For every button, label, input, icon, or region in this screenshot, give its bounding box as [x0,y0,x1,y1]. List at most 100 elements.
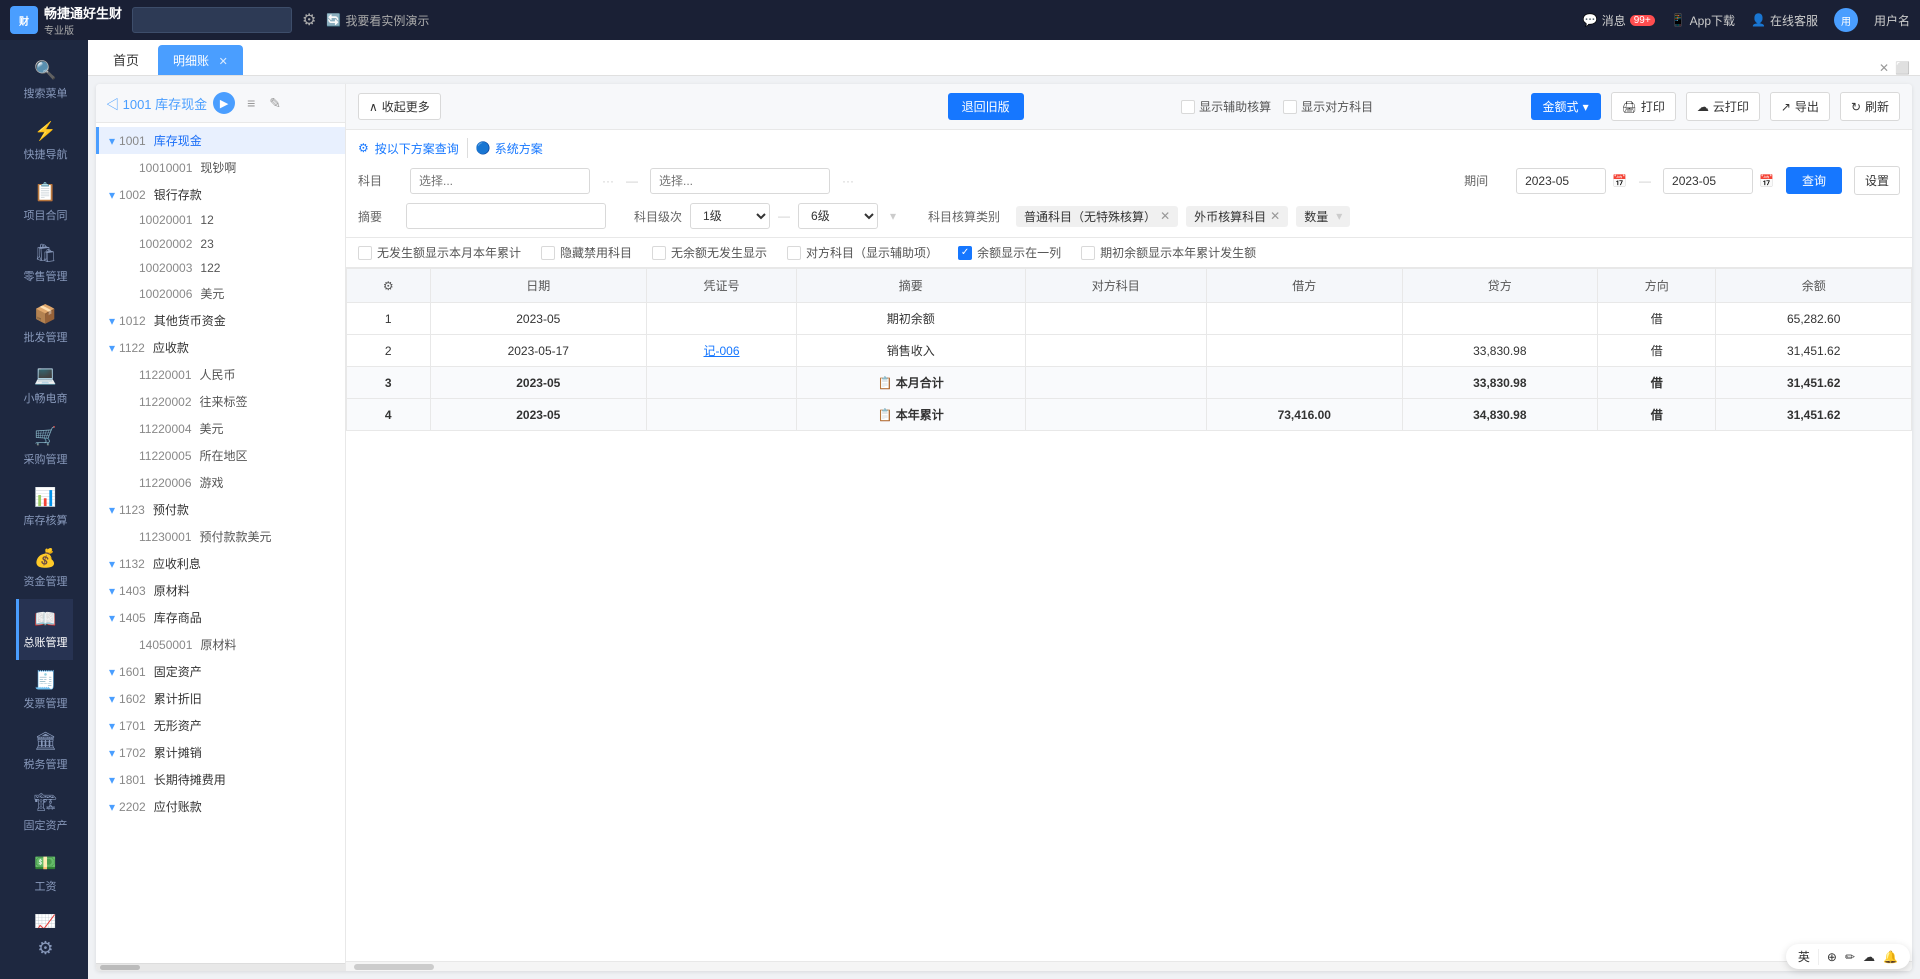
tree-expand-icon[interactable]: ▾ [109,341,115,355]
tree-item-1405[interactable]: ▾ 1405库存商品 [96,604,345,631]
sidebar-item-总账管理[interactable]: 📖 总账管理 [16,599,73,660]
tree-item-10010001[interactable]: 10010001现钞啊 [96,154,345,181]
cb-box-2[interactable] [652,246,666,260]
expand-more-btn[interactable]: ∧ 收起更多 [358,93,441,120]
h-scroll-thumb[interactable] [354,964,434,970]
summary-input[interactable] [406,203,606,229]
calendar-icon[interactable]: 📅 [1612,174,1627,188]
tab-close-btn[interactable]: ✕ [219,56,228,68]
type-tag2-close[interactable]: ✕ [1270,209,1280,223]
checkbox-item-0[interactable]: 无发生额显示本月本年累计 [358,244,521,261]
tree-item-2202[interactable]: ▾ 2202应付账款 [96,793,345,820]
tree-item-1601[interactable]: ▾ 1601固定资产 [96,658,345,685]
cb-show-opposite-box[interactable] [1283,100,1297,114]
sidebar-item-零售管理[interactable]: 🛍 零售管理 [16,233,73,294]
tree-item-14050001[interactable]: 14050001原材料 [96,631,345,658]
date-start[interactable] [1516,168,1606,194]
top-search-input[interactable] [132,7,292,33]
scheme-name-btn[interactable]: 🔵 系统方案 [476,140,543,157]
cb-show-aux[interactable]: 显示辅助核算 [1181,98,1271,115]
lang-btn[interactable]: 英 [1798,948,1810,965]
checkbox-item-3[interactable]: 对方科目（显示辅助项） [787,244,938,261]
sidebar-item-小畅电商[interactable]: 💻 小畅电商 [16,355,73,416]
tree-item-11220001[interactable]: 11220001人民币 [96,361,345,388]
notification-btn[interactable]: 🔔 [1883,950,1898,964]
cb-show-opposite[interactable]: 显示对方科目 [1283,98,1373,115]
tree-expand-icon[interactable]: ▾ [109,665,115,679]
tree-item-10020006[interactable]: 10020006美元 [96,280,345,307]
cb-box-5[interactable] [1081,246,1095,260]
sidebar-item-固定资产[interactable]: 🏗 固定资产 [16,782,73,843]
tree-item-1403[interactable]: ▾ 1403原材料 [96,577,345,604]
type-dropdown-icon[interactable]: ▾ [1336,209,1342,223]
demo-btn[interactable]: 🔄 我要看实例演示 [326,12,429,29]
tree-expand-icon[interactable]: ▾ [109,503,115,517]
cb-box-3[interactable] [787,246,801,260]
tab-minimize-icon[interactable]: ✕ [1879,61,1889,75]
edit-icon[interactable]: ✎ [265,93,285,113]
tree-item-10020003[interactable]: 10020003122 [96,256,345,280]
tree-expand-icon[interactable]: ▾ [109,692,115,706]
cb-show-aux-box[interactable] [1181,100,1195,114]
tree-item-1602[interactable]: ▾ 1602累计折旧 [96,685,345,712]
user-avatar[interactable]: 用 [1834,8,1858,32]
setting-btn[interactable]: 设置 [1854,166,1900,195]
tree-item-10020002[interactable]: 1002000223 [96,232,345,256]
tree-scroll-bar[interactable] [96,963,345,971]
tree-expand-icon[interactable]: ▾ [109,584,115,598]
tree-expand-icon[interactable]: ▾ [109,557,115,571]
level-end-select[interactable]: 6级5级4级 [798,203,878,229]
checkbox-item-5[interactable]: 期初余额显示本年累计发生额 [1081,244,1256,261]
calendar-icon2[interactable]: 📅 [1759,174,1774,188]
tree-item-1002[interactable]: ▾ 1002银行存款 [96,181,345,208]
list-view-icon[interactable]: ≡ [241,93,261,113]
level-start-select[interactable]: 1级2级3级 [690,203,770,229]
sidebar-item-搜索菜单[interactable]: 🔍 搜索菜单 [16,50,73,111]
tree-item-1801[interactable]: ▾ 1801长期待摊费用 [96,766,345,793]
cloud-btn[interactable]: ☁ [1863,950,1875,964]
cb-box-4[interactable]: ✓ [958,246,972,260]
date-end[interactable] [1663,168,1753,194]
cloud-print-btn[interactable]: ☁ 云打印 [1686,92,1760,121]
settings-icon[interactable]: ⚙ [302,10,316,30]
query-btn[interactable]: 查询 [1786,167,1842,194]
export-btn[interactable]: ↗ 导出 [1770,92,1830,121]
sidebar-item-快捷导航[interactable]: ⚡ 快捷导航 [16,111,73,172]
h-scroll-bar[interactable] [346,961,1912,971]
voucher-link[interactable]: 记-006 [704,344,740,358]
tree-expand-icon[interactable]: ▾ [109,773,115,787]
app-download-btn[interactable]: 📱 App下载 [1671,12,1735,29]
checkbox-item-4[interactable]: ✓余额显示在一列 [958,244,1061,261]
tree-item-11220004[interactable]: 11220004美元 [96,415,345,442]
account-nav-arrow[interactable]: ▶ [213,92,235,114]
tree-expand-icon[interactable]: ▾ [109,719,115,733]
tree-item-1701[interactable]: ▾ 1701无形资产 [96,712,345,739]
return-old-btn[interactable]: 退回旧版 [948,93,1024,120]
tree-expand-icon[interactable]: ▾ [109,746,115,760]
tree-item-11220006[interactable]: 11220006游戏 [96,469,345,496]
tab-home[interactable]: 首页 [98,43,154,75]
checkbox-item-2[interactable]: 无余额无发生显示 [652,244,767,261]
tree-item-1001[interactable]: ▾ 1001库存现金 [96,127,345,154]
tree-item-11220005[interactable]: 11220005所在地区 [96,442,345,469]
sidebar-item-库存核算[interactable]: 📊 库存核算 [16,477,73,538]
tree-item-1702[interactable]: ▾ 1702累计摊销 [96,739,345,766]
cb-box-0[interactable] [358,246,372,260]
sidebar-item-采购管理[interactable]: 🛒 采购管理 [16,416,73,477]
print-btn[interactable]: 🖨 打印 [1611,92,1676,121]
tree-item-1132[interactable]: ▾ 1132应收利息 [96,550,345,577]
checkbox-item-1[interactable]: 隐藏禁用科目 [541,244,632,261]
tree-scroll-thumb[interactable] [100,965,140,970]
tree-item-11230001[interactable]: 11230001预付款款美元 [96,523,345,550]
tree-item-10020001[interactable]: 1002000112 [96,208,345,232]
tree-expand-icon[interactable]: ▾ [109,800,115,814]
sidebar-item-发票管理[interactable]: 🧾 发票管理 [16,660,73,721]
subject-input[interactable] [410,168,590,194]
sidebar-item-工资[interactable]: 💵 工资 [16,843,73,904]
sidebar-item-批发管理[interactable]: 📦 批发管理 [16,294,73,355]
tree-expand-icon[interactable]: ▾ [109,134,115,148]
refresh-btn[interactable]: ↻ 刷新 [1840,92,1900,121]
subject-input2[interactable] [650,168,830,194]
tree-item-1122[interactable]: ▾ 1122应收款 [96,334,345,361]
type-tag1-close[interactable]: ✕ [1160,209,1170,223]
